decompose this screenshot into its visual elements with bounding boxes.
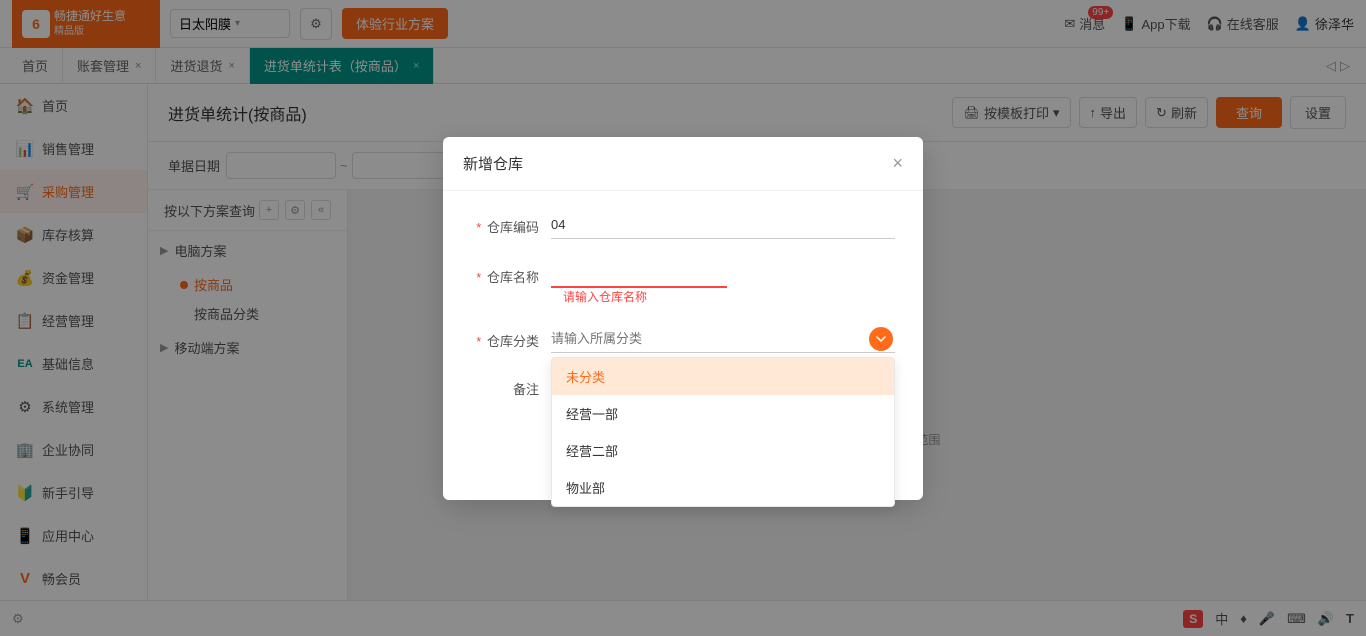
category-arrow-icon[interactable] xyxy=(869,327,893,351)
name-error-text: 请输入仓库名称 xyxy=(563,288,647,305)
code-field-row: * 仓库编码 xyxy=(471,211,895,239)
dropdown-item-ops2[interactable]: 经营二部 xyxy=(552,432,894,469)
name-field-row: * 仓库名称 请输入仓库名称 xyxy=(471,259,895,305)
name-error-area: 请输入仓库名称 xyxy=(471,288,647,305)
name-input[interactable] xyxy=(551,259,727,288)
modal-header: 新增仓库 × xyxy=(443,137,923,191)
name-label: * 仓库名称 xyxy=(471,261,551,286)
modal-overlay: 新增仓库 × * 仓库编码 * 仓库名称 xyxy=(0,0,1366,636)
modal-title: 新增仓库 xyxy=(463,153,523,174)
category-input[interactable] xyxy=(551,325,895,353)
modal-body: * 仓库编码 * 仓库名称 请输入仓库名称 xyxy=(443,191,923,445)
category-label: * 仓库分类 xyxy=(471,325,551,350)
dropdown-item-unclassified[interactable]: 未分类 xyxy=(552,358,894,395)
dropdown-item-property[interactable]: 物业部 xyxy=(552,469,894,506)
name-field-inner: * 仓库名称 xyxy=(471,259,727,288)
category-select-wrapper: 未分类 经营一部 经营二部 物业部 xyxy=(551,325,895,353)
code-input[interactable] xyxy=(551,211,895,239)
new-warehouse-modal: 新增仓库 × * 仓库编码 * 仓库名称 xyxy=(443,137,923,500)
note-label: 备注 xyxy=(471,373,551,398)
category-dropdown: 未分类 经营一部 经营二部 物业部 xyxy=(551,357,895,507)
dropdown-item-ops1[interactable]: 经营一部 xyxy=(552,395,894,432)
category-field-row: * 仓库分类 未分类 经营一部 经营二部 物业部 xyxy=(471,325,895,353)
modal-close-button[interactable]: × xyxy=(892,153,903,174)
code-label: * 仓库编码 xyxy=(471,211,551,236)
